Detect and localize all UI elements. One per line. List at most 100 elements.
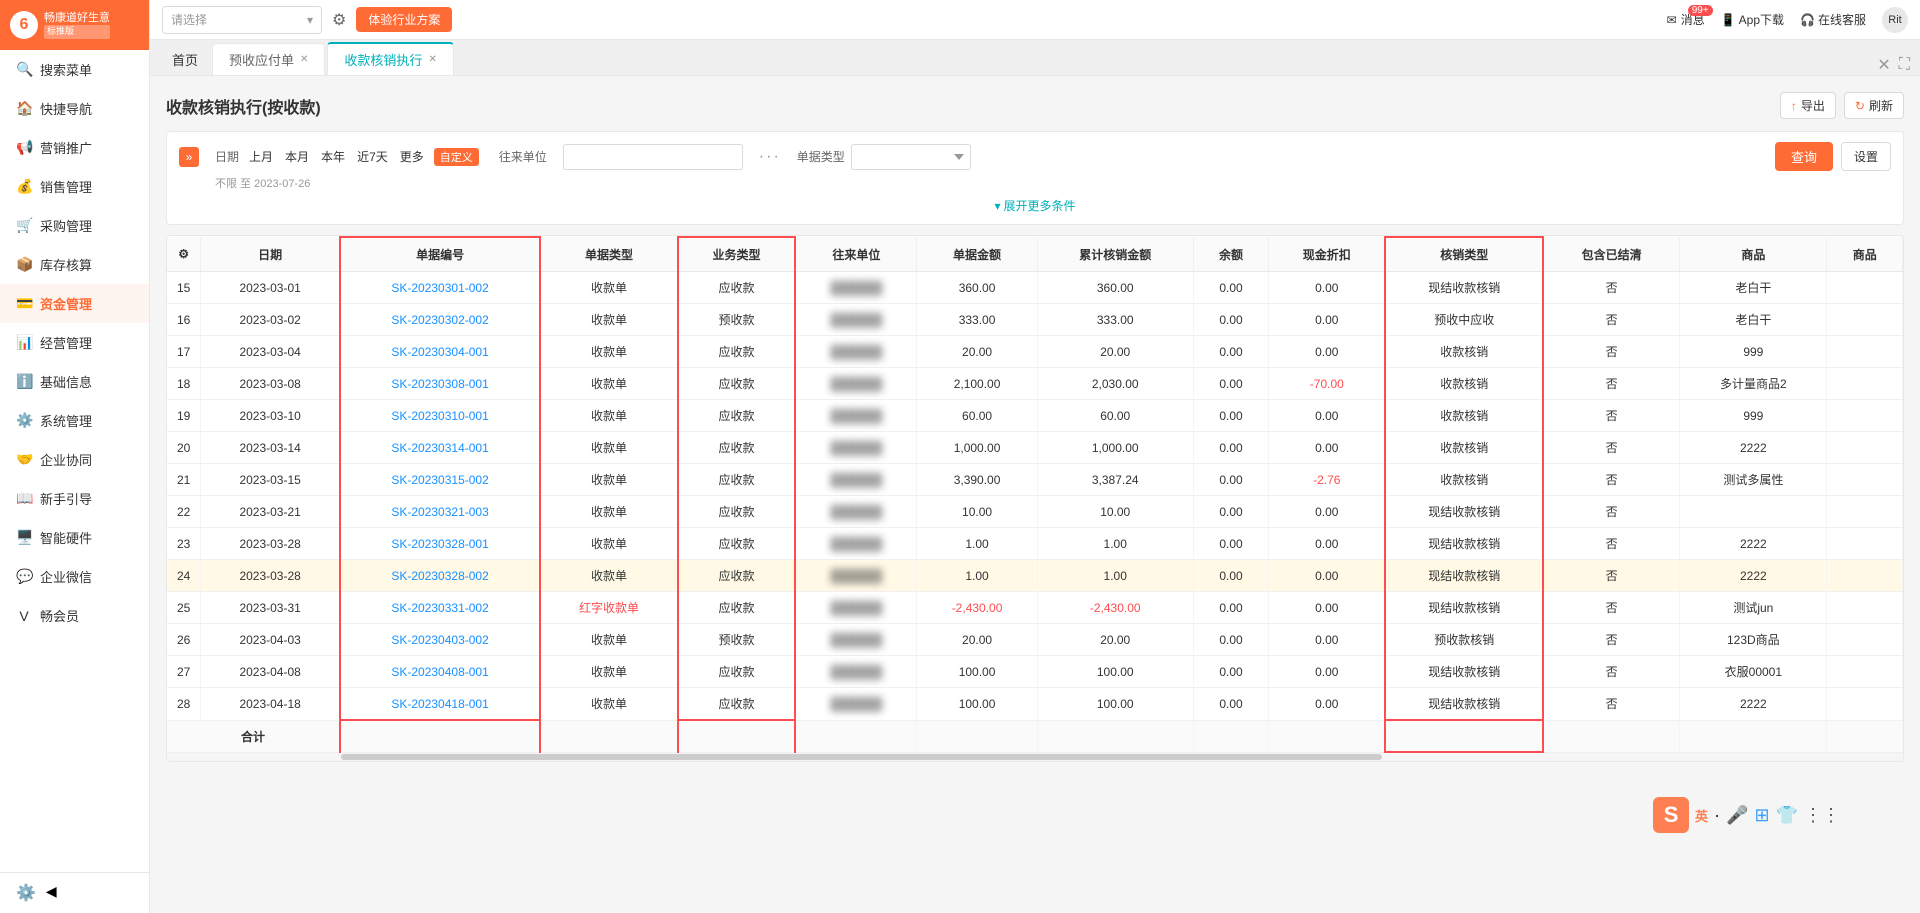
row-num: 24	[167, 560, 201, 592]
partner-input[interactable]	[563, 144, 743, 170]
row-verify-type: 预收款核销	[1385, 624, 1543, 656]
date-last-month[interactable]: 上月	[245, 147, 277, 166]
date-7days[interactable]: 近7天	[353, 147, 392, 166]
row-amount: 1,000.00	[917, 432, 1037, 464]
row-code[interactable]: SK-20230302-002	[340, 304, 540, 336]
inventory-icon: 📦	[16, 256, 32, 273]
row-goods2	[1827, 560, 1903, 592]
close-tab-button[interactable]: ✕	[1877, 55, 1890, 75]
row-verify-type: 收款核销	[1385, 432, 1543, 464]
sidebar-item-guide[interactable]: 📖 新手引导	[0, 479, 149, 518]
row-code[interactable]: SK-20230314-001	[340, 432, 540, 464]
row-verify-type: 收款核销	[1385, 336, 1543, 368]
date-more[interactable]: 更多	[396, 147, 428, 166]
table-row: 232023-03-28SK-20230328-001收款单应收款██████1…	[167, 528, 1903, 560]
row-code[interactable]: SK-20230310-001	[340, 400, 540, 432]
row-type: 收款单	[540, 624, 678, 656]
date-custom-button[interactable]: 自定义	[434, 148, 479, 166]
sidebar-item-marketing[interactable]: 📢 营销推广	[0, 128, 149, 167]
tab-home[interactable]: 首页	[160, 44, 210, 75]
headset-icon: 🎧	[1800, 13, 1815, 27]
sidebar-item-system[interactable]: ⚙️ 系统管理	[0, 401, 149, 440]
filter-expand-icon[interactable]: »	[179, 147, 199, 167]
row-discount: -2.76	[1269, 464, 1386, 496]
row-num: 16	[167, 304, 201, 336]
row-balance: 0.00	[1193, 304, 1269, 336]
row-biz-type: 应收款	[678, 400, 795, 432]
row-verified: 360.00	[1037, 272, 1193, 304]
sidebar-item-quick[interactable]: 🏠 快捷导航	[0, 89, 149, 128]
setting-button[interactable]: 设置	[1841, 142, 1891, 171]
row-date: 2023-03-10	[201, 400, 340, 432]
row-code[interactable]: SK-20230418-001	[340, 688, 540, 721]
maximize-tab-button[interactable]: ⛶	[1899, 56, 1910, 74]
date-this-year[interactable]: 本年	[317, 147, 349, 166]
row-num: 15	[167, 272, 201, 304]
row-code[interactable]: SK-20230328-002	[340, 560, 540, 592]
row-code[interactable]: SK-20230321-003	[340, 496, 540, 528]
refresh-button[interactable]: ↻ 刷新	[1844, 92, 1904, 119]
row-code[interactable]: SK-20230331-002	[340, 592, 540, 624]
row-code[interactable]: SK-20230304-001	[340, 336, 540, 368]
scrollbar-thumb[interactable]	[341, 754, 1383, 760]
tab-pre-receipt[interactable]: 预收应付单 ✕	[212, 43, 325, 75]
sidebar-item-enterprise[interactable]: 🤝 企业协同	[0, 440, 149, 479]
row-settled: 否	[1543, 528, 1680, 560]
message-button[interactable]: ✉ 消息 99+	[1667, 11, 1705, 28]
row-verified: 3,387.24	[1037, 464, 1193, 496]
horizontal-scrollbar[interactable]	[167, 753, 1903, 761]
sidebar-item-hardware[interactable]: 🖥️ 智能硬件	[0, 518, 149, 557]
row-partner: ██████	[795, 304, 917, 336]
row-partner: ██████	[795, 496, 917, 528]
sidebar-item-sales[interactable]: 💰 销售管理	[0, 167, 149, 206]
row-code[interactable]: SK-20230403-002	[340, 624, 540, 656]
service-link[interactable]: 🎧 在线客服	[1800, 11, 1866, 28]
export-button[interactable]: ↑ 导出	[1780, 92, 1836, 119]
sidebar-item-operations[interactable]: 📊 经营管理	[0, 323, 149, 362]
sidebar-item-inventory[interactable]: 📦 库存核算	[0, 245, 149, 284]
dropdown-icon: ▾	[307, 13, 313, 27]
gear-icon[interactable]: ⚙	[332, 10, 346, 30]
row-biz-type: 应收款	[678, 496, 795, 528]
row-verify-type: 收款核销	[1385, 400, 1543, 432]
date-this-month[interactable]: 本月	[281, 147, 313, 166]
row-code[interactable]: SK-20230408-001	[340, 656, 540, 688]
row-verify-type: 现结收款核销	[1385, 272, 1543, 304]
sidebar-item-member[interactable]: V 畅会员	[0, 596, 149, 635]
sidebar-item-purchase[interactable]: 🛒 采购管理	[0, 206, 149, 245]
sidebar-item-search[interactable]: 🔍 搜索菜单	[0, 50, 149, 89]
topbar-select[interactable]: 请选择 ▾	[162, 6, 322, 34]
col-settings[interactable]: ⚙	[167, 237, 201, 272]
table-scroll-area[interactable]: ⚙ 日期 单据编号 单据类型 业务类型 往来单位 单据金额 累计核销金额 余额 …	[167, 236, 1903, 753]
sidebar-item-wechat[interactable]: 💬 企业微信	[0, 557, 149, 596]
table-row: 242023-03-28SK-20230328-002收款单应收款██████1…	[167, 560, 1903, 592]
row-code[interactable]: SK-20230308-001	[340, 368, 540, 400]
sales-icon: 💰	[16, 178, 32, 195]
row-goods2	[1827, 592, 1903, 624]
app-download-link[interactable]: 📱 App下载	[1721, 11, 1784, 28]
row-goods2	[1827, 336, 1903, 368]
expand-more-button[interactable]: ▾ 展开更多条件	[994, 197, 1075, 214]
sidebar-item-basic[interactable]: ℹ️ 基础信息	[0, 362, 149, 401]
row-settled: 否	[1543, 336, 1680, 368]
tab-pre-receipt-close[interactable]: ✕	[300, 54, 308, 65]
row-discount: 0.00	[1269, 432, 1386, 464]
query-button[interactable]: 查询	[1775, 142, 1833, 171]
settings-icon[interactable]: ⚙️	[16, 883, 36, 903]
tab-receipt-verify[interactable]: 收款核销执行 ✕	[327, 42, 453, 75]
user-avatar[interactable]: Rit	[1882, 7, 1908, 33]
row-code[interactable]: SK-20230328-001	[340, 528, 540, 560]
solution-button[interactable]: 体验行业方案	[356, 7, 452, 32]
row-amount: 1.00	[917, 560, 1037, 592]
row-verified: 2,030.00	[1037, 368, 1193, 400]
voucher-type-select[interactable]	[851, 144, 971, 170]
row-partner: ██████	[795, 368, 917, 400]
row-goods1: 123D商品	[1680, 624, 1827, 656]
tab-receipt-verify-close[interactable]: ✕	[428, 54, 436, 65]
row-code[interactable]: SK-20230301-002	[340, 272, 540, 304]
sidebar-item-finance[interactable]: 💳 资金管理	[0, 284, 149, 323]
collapse-icon[interactable]: ◀	[46, 883, 57, 903]
row-code[interactable]: SK-20230315-002	[340, 464, 540, 496]
row-date: 2023-04-08	[201, 656, 340, 688]
row-date: 2023-03-08	[201, 368, 340, 400]
